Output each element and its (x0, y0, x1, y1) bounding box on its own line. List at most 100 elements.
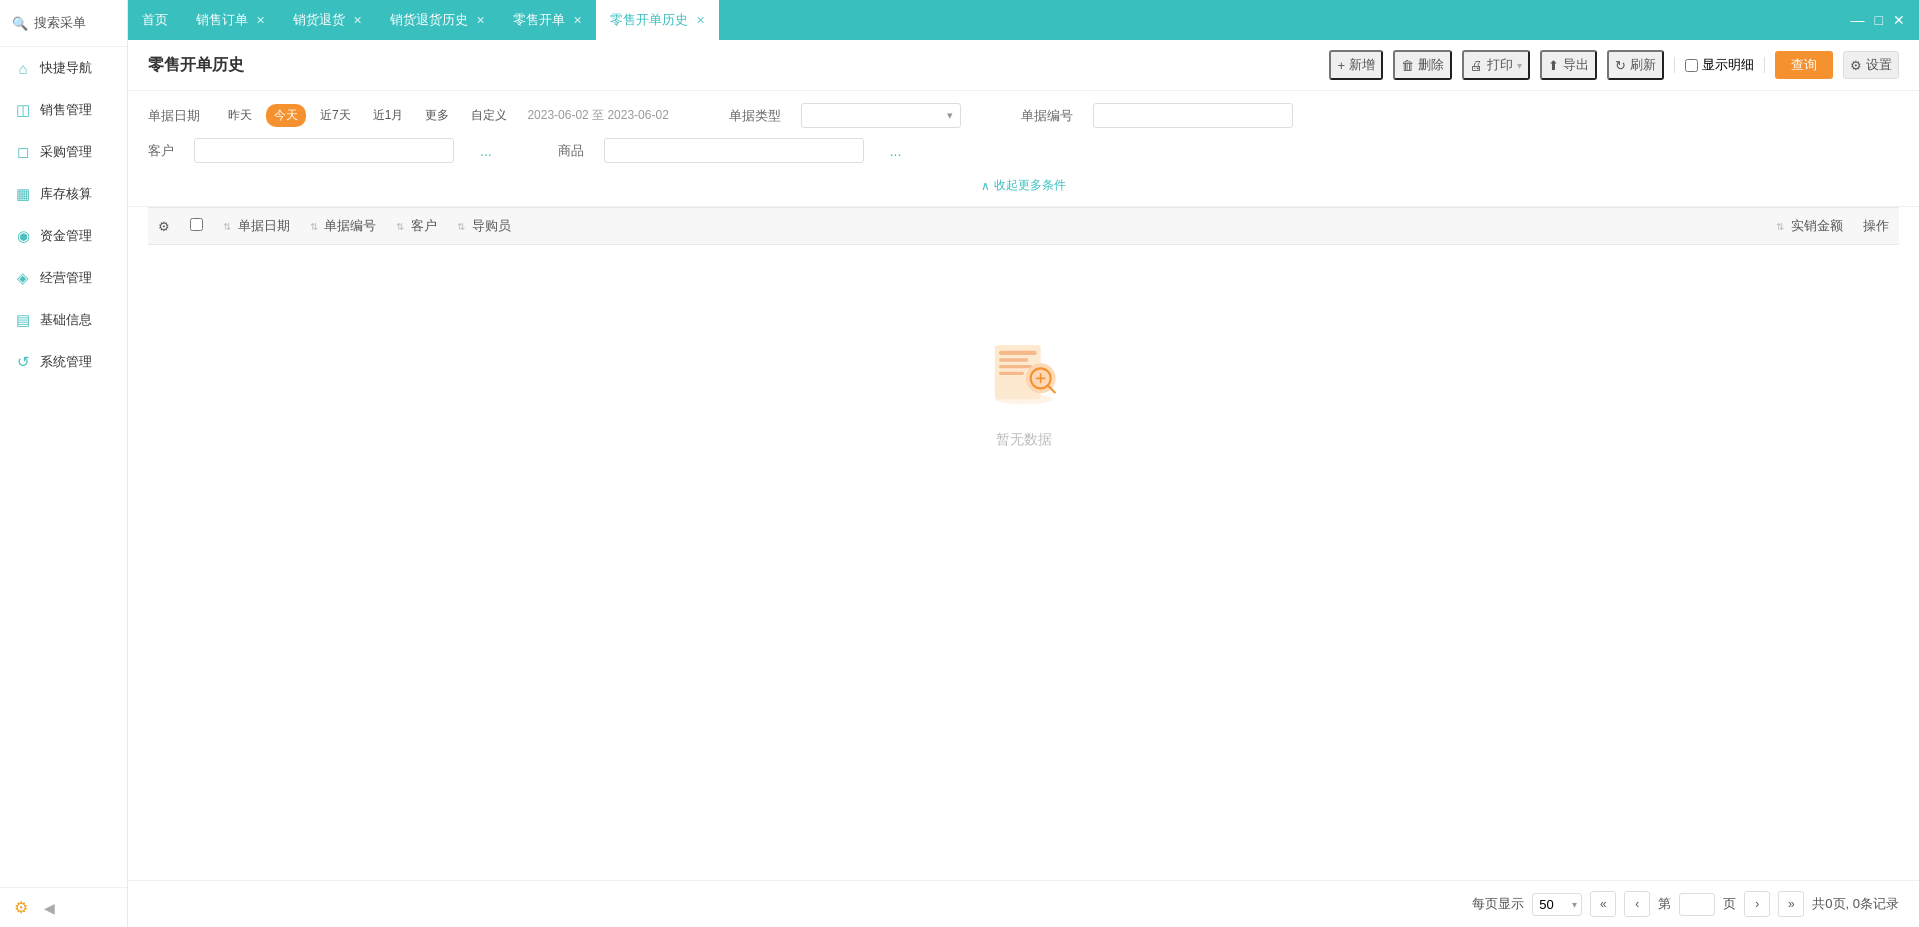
select-all-checkbox[interactable] (190, 218, 203, 231)
tab-retail-history[interactable]: 零售开单历史 ✕ (596, 0, 719, 40)
th-date: ⇅ 单据日期 (213, 208, 300, 245)
doc-no-input[interactable] (1093, 103, 1293, 128)
sort-salesperson-icon[interactable]: ⇅ (457, 221, 465, 232)
prev-page-btn[interactable]: ‹ (1624, 891, 1650, 917)
delete-button[interactable]: 🗑 删除 (1393, 50, 1452, 80)
search-icon: 🔍 (12, 16, 28, 31)
collapse-icon: ∧ (981, 179, 990, 193)
sidebar-item-sales-mgmt[interactable]: ◫ 销售管理 (0, 89, 127, 131)
collapse-button[interactable]: ∧ 收起更多条件 (981, 177, 1066, 194)
tab-sales-return[interactable]: 销货退货 ✕ (279, 0, 376, 40)
print-arrow: ▾ (1517, 60, 1522, 71)
settings-bottom-icon[interactable]: ⚙ (14, 898, 28, 917)
th-settings: ⚙ (148, 208, 180, 245)
doc-type-select[interactable] (801, 103, 961, 128)
sidebar-item-finance[interactable]: ◉ 资金管理 (0, 215, 127, 257)
sidebar-item-label: 资金管理 (40, 227, 92, 245)
current-page-input[interactable]: 1 (1679, 893, 1715, 916)
refresh-label: 刷新 (1630, 56, 1656, 74)
tab-sales-return-close[interactable]: ✕ (353, 14, 362, 27)
sidebar-search[interactable]: 🔍 搜索采单 (0, 0, 127, 47)
date-btn-7days[interactable]: 近7天 (312, 104, 359, 127)
page-size-select[interactable]: 10 20 50 100 (1532, 893, 1582, 916)
tab-sales-order[interactable]: 销售订单 ✕ (182, 0, 279, 40)
sidebar-item-purchase-mgmt[interactable]: ◻ 采购管理 (0, 131, 127, 173)
last-page-btn[interactable]: » (1778, 891, 1804, 917)
th-amount: ⇅ 实销金额 (1766, 208, 1853, 245)
sidebar-item-system[interactable]: ↺ 系统管理 (0, 341, 127, 383)
window-maximize-btn[interactable]: □ (1875, 12, 1883, 28)
th-salesperson: ⇅ 导购员 (447, 208, 521, 245)
tab-retail-open[interactable]: 零售开单 ✕ (499, 0, 596, 40)
sort-customer-icon[interactable]: ⇅ (396, 221, 404, 232)
tab-retail-history-close[interactable]: ✕ (696, 14, 705, 27)
table-header-row: ⚙ ⇅ 单据日期 ⇅ 单据编号 (148, 208, 1899, 245)
sidebar-item-basic-info[interactable]: ▤ 基础信息 (0, 299, 127, 341)
sidebar: 🔍 搜索采单 ⌂ 快捷导航 ◫ 销售管理 ◻ 采购管理 ▦ 库存核算 ◉ 资金管… (0, 0, 128, 927)
collapse-sidebar-icon[interactable]: ◀ (44, 900, 55, 916)
product-input[interactable] (604, 138, 864, 163)
sidebar-item-label: 经营管理 (40, 269, 92, 287)
sidebar-item-inventory[interactable]: ▦ 库存核算 (0, 173, 127, 215)
sidebar-item-label: 销售管理 (40, 101, 92, 119)
customer-dots[interactable]: ... (474, 141, 498, 161)
refresh-button[interactable]: ↻ 刷新 (1607, 50, 1664, 80)
page-size-label: 每页显示 (1472, 895, 1524, 913)
customer-input[interactable] (194, 138, 454, 163)
product-dots[interactable]: ... (884, 141, 908, 161)
sidebar-item-label: 系统管理 (40, 353, 92, 371)
window-minimize-btn[interactable]: — (1851, 12, 1865, 28)
home-icon: ⌂ (14, 60, 32, 77)
tab-sales-order-close[interactable]: ✕ (256, 14, 265, 27)
tab-sales-return-history[interactable]: 销货退货历史 ✕ (376, 0, 499, 40)
tab-sales-return-history-label: 销货退货历史 (390, 11, 468, 29)
export-button[interactable]: ⬆ 导出 (1540, 50, 1597, 80)
sort-docno-icon[interactable]: ⇅ (310, 221, 318, 232)
settings-button[interactable]: ⚙ 设置 (1843, 51, 1899, 79)
tab-bar: 首页 销售订单 ✕ 销货退货 ✕ 销货退货历史 ✕ 零售开单 ✕ 零售开单历史 … (128, 0, 1919, 40)
first-page-btn[interactable]: « (1590, 891, 1616, 917)
date-btn-more[interactable]: 更多 (417, 104, 457, 127)
tab-retail-open-label: 零售开单 (513, 11, 565, 29)
window-close-btn[interactable]: ✕ (1893, 12, 1905, 28)
export-icon: ⬆ (1548, 58, 1559, 73)
tab-retail-open-close[interactable]: ✕ (573, 14, 582, 27)
next-page-btn[interactable]: › (1744, 891, 1770, 917)
sidebar-item-quick-nav[interactable]: ⌂ 快捷导航 (0, 47, 127, 89)
empty-text: 暂无数据 (996, 431, 1052, 449)
sort-date-icon[interactable]: ⇅ (223, 221, 231, 232)
th-doc-no: ⇅ 单据编号 (300, 208, 387, 245)
settings-icon: ⚙ (1850, 58, 1862, 73)
tab-sales-return-label: 销货退货 (293, 11, 345, 29)
product-label: 商品 (558, 142, 584, 160)
display-detail-checkbox[interactable] (1685, 59, 1698, 72)
main-area: 首页 销售订单 ✕ 销货退货 ✕ 销货退货历史 ✕ 零售开单 ✕ 零售开单历史 … (128, 0, 1919, 927)
sales-icon: ◫ (14, 101, 32, 119)
page-title: 零售开单历史 (148, 55, 244, 76)
doc-no-label: 单据编号 (1021, 107, 1073, 125)
th-customer: ⇅ 客户 (386, 208, 447, 245)
add-label: 新增 (1349, 56, 1375, 74)
date-btn-custom[interactable]: 自定义 (463, 104, 515, 127)
date-btn-yesterday[interactable]: 昨天 (220, 104, 260, 127)
sidebar-item-operation[interactable]: ◈ 经营管理 (0, 257, 127, 299)
print-button[interactable]: 🖨 打印 ▾ (1462, 50, 1530, 80)
content-area: 零售开单历史 + 新增 🗑 删除 🖨 打印 ▾ ⬆ 导出 (128, 40, 1919, 927)
purchase-icon: ◻ (14, 143, 32, 161)
query-button[interactable]: 查询 (1775, 51, 1833, 79)
filter-dates: 昨天 今天 近7天 近1月 更多 自定义 2023-06-02 至 2023-0… (220, 104, 669, 127)
toolbar-divider (1674, 57, 1675, 73)
date-btn-today[interactable]: 今天 (266, 104, 306, 127)
total-label: 共0页, 0条记录 (1812, 895, 1899, 913)
add-button[interactable]: + 新增 (1329, 50, 1383, 80)
th-doc-no-label: 单据编号 (324, 218, 376, 233)
tab-home[interactable]: 首页 (128, 0, 182, 40)
page-label: 页 (1723, 895, 1736, 913)
date-btn-1month[interactable]: 近1月 (365, 104, 412, 127)
sort-amount-icon[interactable]: ⇅ (1776, 221, 1784, 232)
tab-sales-return-history-close[interactable]: ✕ (476, 14, 485, 27)
settings-label: 设置 (1866, 56, 1892, 74)
column-settings-icon[interactable]: ⚙ (158, 219, 170, 234)
display-detail-toggle[interactable]: 显示明细 (1685, 56, 1754, 74)
sidebar-item-label: 采购管理 (40, 143, 92, 161)
